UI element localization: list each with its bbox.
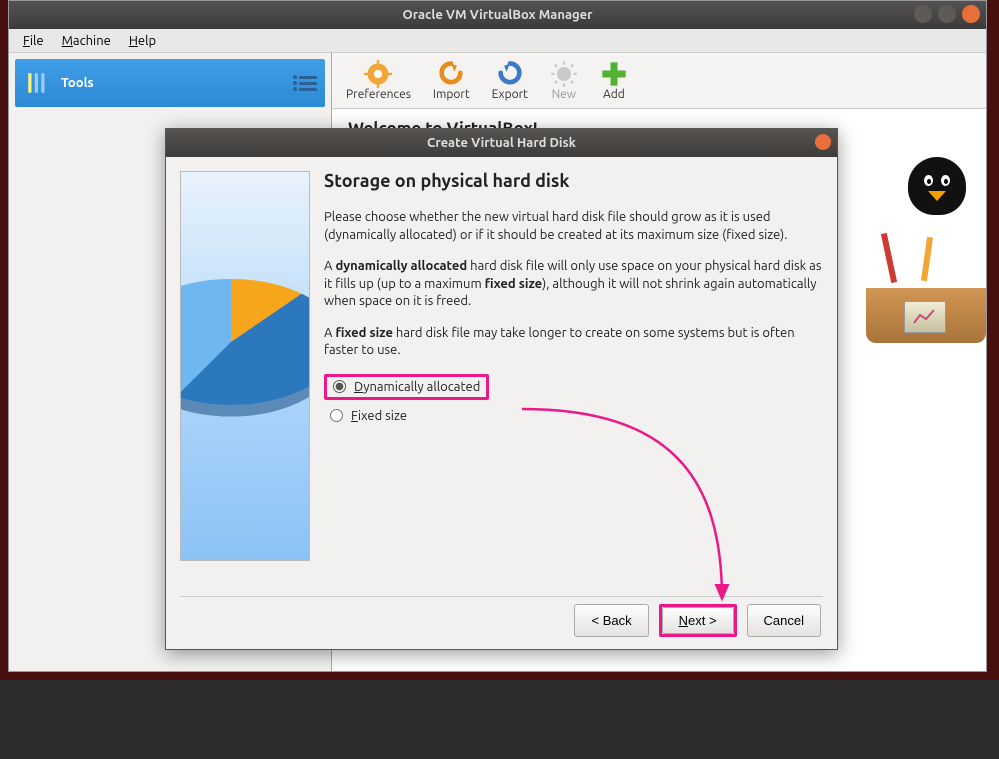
main-window-title: Oracle VM VirtualBox Manager	[9, 8, 986, 22]
main-toolbar: Preferences Import Export New Add	[332, 53, 986, 109]
radio-label: Dynamically allocated	[354, 380, 480, 394]
gear-icon	[364, 60, 392, 88]
radio-fixed-size[interactable]: Fixed size	[324, 406, 823, 426]
dialog-paragraph: A fixed size hard disk file may take lon…	[324, 325, 823, 360]
toolbar-preferences-button[interactable]: Preferences	[340, 58, 417, 103]
sidebar-tools-button[interactable]: Tools	[15, 59, 325, 107]
toolbar-new-button[interactable]: New	[544, 58, 584, 103]
toolbar-label: Preferences	[346, 88, 411, 101]
tools-icon	[25, 70, 51, 96]
menu-help[interactable]: Help	[121, 32, 164, 50]
radio-input[interactable]	[333, 380, 346, 393]
minimize-icon[interactable]	[914, 5, 932, 23]
tools-label: Tools	[61, 76, 94, 90]
toolbar-import-button[interactable]: Import	[427, 58, 476, 103]
maximize-icon[interactable]	[938, 5, 956, 23]
close-icon[interactable]	[962, 5, 980, 23]
chart-icon	[904, 301, 946, 333]
toolbar-label: Add	[603, 88, 625, 101]
menu-machine[interactable]: Machine	[54, 32, 119, 50]
menu-file[interactable]: File	[15, 32, 52, 50]
import-icon	[437, 60, 465, 88]
toolbar-export-button[interactable]: Export	[486, 58, 534, 103]
dialog-paragraph: Please choose whether the new virtual ha…	[324, 209, 823, 244]
toolbar-label: Export	[492, 88, 528, 101]
dialog-heading: Storage on physical hard disk	[324, 171, 823, 191]
mascot-illustration	[816, 163, 986, 343]
plus-icon	[600, 60, 628, 88]
desktop-edge	[0, 672, 999, 680]
toolbar-label: Import	[433, 88, 470, 101]
export-icon	[496, 60, 524, 88]
radio-input[interactable]	[330, 409, 343, 422]
dialog-paragraph: A dynamically allocated hard disk file w…	[324, 258, 823, 311]
divider	[180, 596, 823, 597]
desktop-edge	[0, 0, 8, 680]
wizard-illustration	[180, 171, 310, 561]
create-virtual-hard-disk-dialog: Create Virtual Hard Disk Storage on phys…	[165, 128, 838, 650]
close-icon[interactable]	[815, 134, 831, 150]
toolbar-add-button[interactable]: Add	[594, 58, 634, 103]
radio-dynamically-allocated[interactable]: Dynamically allocated	[327, 377, 486, 397]
list-icon[interactable]	[299, 76, 317, 91]
dialog-titlebar[interactable]: Create Virtual Hard Disk	[166, 129, 837, 157]
cancel-button[interactable]: Cancel	[747, 604, 821, 637]
radio-label: Fixed size	[351, 409, 407, 423]
dialog-footer: < Back Next > Cancel	[574, 604, 821, 637]
next-button[interactable]: Next >	[662, 607, 734, 634]
desktop-edge	[987, 0, 999, 680]
sun-icon	[550, 60, 578, 88]
main-titlebar[interactable]: Oracle VM VirtualBox Manager	[9, 1, 986, 29]
pie-chart-icon	[180, 279, 310, 405]
menu-bar: File Machine Help	[9, 29, 986, 53]
back-button[interactable]: < Back	[574, 604, 648, 637]
dialog-title: Create Virtual Hard Disk	[427, 136, 576, 150]
toolbar-label: New	[552, 88, 577, 101]
